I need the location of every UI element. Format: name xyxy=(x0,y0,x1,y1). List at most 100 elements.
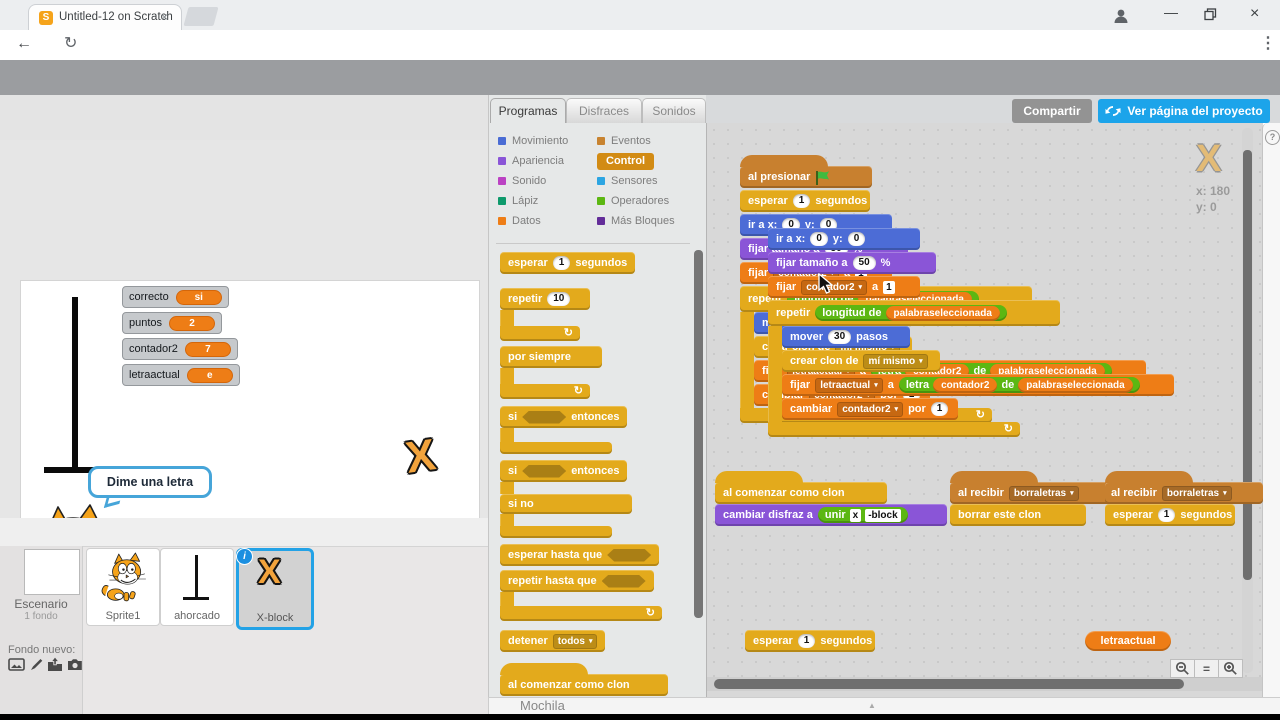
message-dropdown[interactable]: borraletras ▾ xyxy=(1161,485,1232,501)
ahorcado-thumbnail xyxy=(195,555,198,599)
tab-close-icon[interactable]: × xyxy=(161,10,168,24)
block-set-size[interactable]: fijar tamaño a50% xyxy=(768,252,936,274)
block-change-variable[interactable]: cambiar contador2▾ por1 xyxy=(782,398,958,420)
paint-backdrop-icon[interactable] xyxy=(29,657,44,672)
block-when-receive[interactable]: al recibir borraletras ▾ xyxy=(1105,471,1263,504)
backpack-bar[interactable] xyxy=(488,697,1280,715)
browser-profile-icon[interactable] xyxy=(1112,7,1130,25)
category-sonido[interactable]: Sonido xyxy=(498,175,546,187)
window-close-button[interactable]: × xyxy=(1250,5,1259,23)
palette-block-wait-until[interactable]: esperar hasta que xyxy=(500,544,660,566)
palette-block-stop[interactable]: detener todos ▾ xyxy=(500,630,606,652)
x-block-thumbnail: X xyxy=(258,553,281,591)
view-project-page-button[interactable]: Ver página del proyecto xyxy=(1098,99,1270,123)
stop-dropdown[interactable]: todos ▾ xyxy=(552,633,598,649)
upload-backdrop-icon[interactable] xyxy=(47,656,64,672)
sprite-name: X-block xyxy=(256,612,294,624)
zoom-out-button[interactable] xyxy=(1170,659,1195,678)
browser-menu-icon[interactable]: ⋮ xyxy=(1260,36,1276,52)
category-apariencia[interactable]: Apariencia xyxy=(498,155,564,167)
length-of-operator[interactable]: longitud de palabraseleccionada xyxy=(815,305,1007,321)
block-create-clone[interactable]: crear clon de mí mismo▾ xyxy=(782,350,940,372)
tab-programas[interactable]: Programas xyxy=(490,98,566,123)
variable-reporter[interactable]: palabraseleccionada xyxy=(885,305,1000,321)
block-switch-costume[interactable]: cambiar disfraz a unir x -block xyxy=(715,504,947,526)
category-datos[interactable]: Datos xyxy=(498,215,541,227)
palette-scrollbar[interactable] xyxy=(694,250,703,618)
condition-slot[interactable] xyxy=(522,465,566,478)
letter-of-operator[interactable]: letracontador2depalabraseleccionada xyxy=(898,377,1140,393)
category-swatch xyxy=(498,177,506,185)
block-set-variable[interactable]: fijar contador2▾ a1 xyxy=(768,276,920,298)
back-icon[interactable]: ← xyxy=(16,36,32,52)
backdrop-library-icon[interactable] xyxy=(8,658,25,672)
zoom-reset-button[interactable]: = xyxy=(1194,659,1219,678)
stage-name[interactable]: Escenario xyxy=(0,597,82,611)
category-eventos[interactable]: Eventos xyxy=(597,135,651,147)
variable-dropdown[interactable]: letraactual▾ xyxy=(815,377,883,393)
sprite-card-sprite1[interactable]: Sprite1 xyxy=(86,548,160,626)
gallows-sprite xyxy=(72,297,78,473)
variable-reporter[interactable]: palabraseleccionada xyxy=(1018,377,1133,393)
sprite-x-coord: x: 180 xyxy=(1196,184,1231,198)
block-when-flag[interactable]: al presionar xyxy=(740,155,872,188)
tab-sonidos[interactable]: Sonidos xyxy=(642,98,706,123)
sprite-card-ahorcado[interactable]: ahorcado xyxy=(160,548,234,626)
category-operadores[interactable]: Operadores xyxy=(597,195,669,207)
category-movimiento[interactable]: Movimiento xyxy=(498,135,568,147)
palette-block-when-clone[interactable]: al comenzar como clon xyxy=(500,663,668,696)
category-mas-bloques[interactable]: Más Bloques xyxy=(597,215,675,227)
sprite-pane-header: Objetos Nuevo objeto: xyxy=(0,518,488,547)
category-swatch xyxy=(498,197,506,205)
c-spine xyxy=(500,482,514,494)
block-repeat-length[interactable]: repetir longitud de palabraseleccionada xyxy=(768,300,1060,326)
block-goto-xy[interactable]: ir a x: 0 y: 0 xyxy=(768,228,920,250)
category-lapiz[interactable]: Lápiz xyxy=(498,195,538,207)
refresh-icon[interactable]: ↻ xyxy=(64,36,77,52)
block-wait[interactable]: esperar 1 segundos xyxy=(1105,504,1235,526)
block-delete-clone[interactable]: borrar este clon xyxy=(950,504,1086,526)
block-wait-lone[interactable]: esperar 1 segundos xyxy=(745,630,875,652)
block-when-clone[interactable]: al comenzar como clon xyxy=(715,471,887,504)
new-tab-button[interactable] xyxy=(183,7,219,26)
scripts-hscrollbar[interactable] xyxy=(714,679,1184,689)
variable-dropdown[interactable]: contador2▾ xyxy=(837,401,904,417)
sprite-info-icon[interactable]: i xyxy=(236,548,253,565)
join-operator[interactable]: unir x -block xyxy=(817,507,908,523)
window-restore-button[interactable] xyxy=(1204,8,1217,21)
condition-slot[interactable] xyxy=(607,549,651,562)
c-arm: ↻ xyxy=(500,606,662,621)
camera-backdrop-icon[interactable] xyxy=(67,658,83,671)
block-wait[interactable]: esperar 1 segundos xyxy=(740,190,870,212)
sprite-card-x-block[interactable]: X X-block i xyxy=(236,548,314,630)
window-minimize-button[interactable]: — xyxy=(1164,4,1178,20)
block-set-letter[interactable]: fijar letraactual▾ a letracontador2depal… xyxy=(782,374,1174,396)
chevron-down-icon: ▾ xyxy=(894,406,899,413)
variable-monitor[interactable]: puntos 2 xyxy=(122,312,223,334)
stage-thumbnail[interactable] xyxy=(24,549,80,595)
variable-monitor[interactable]: letraactual e xyxy=(122,364,240,386)
category-sensores[interactable]: Sensores xyxy=(597,175,657,187)
share-button[interactable]: Compartir xyxy=(1012,99,1092,123)
category-swatch xyxy=(498,217,506,225)
clone-target-dropdown[interactable]: mí mismo▾ xyxy=(863,353,928,369)
variable-reporter[interactable]: contador2 xyxy=(933,377,998,393)
category-swatch xyxy=(597,137,605,145)
message-dropdown[interactable]: borraletras ▾ xyxy=(1008,485,1079,501)
scripts-vscrollbar[interactable] xyxy=(1243,150,1252,580)
variable-monitor[interactable]: contador2 7 xyxy=(122,338,238,360)
browser-tab[interactable]: S Untitled-12 on Scratch × xyxy=(28,4,182,31)
block-variable-reporter[interactable]: letraactual xyxy=(1085,631,1171,651)
category-control-selected[interactable]: Control xyxy=(597,153,655,170)
condition-slot[interactable] xyxy=(522,411,566,424)
block-move-steps[interactable]: mover30pasos xyxy=(782,326,910,348)
palette-block-wait[interactable]: esperar 1 segundos xyxy=(500,252,636,274)
help-question-icon[interactable]: ? xyxy=(1265,130,1280,145)
backpack-expand-icon[interactable]: ▲ xyxy=(868,701,876,710)
variable-monitor[interactable]: correcto si xyxy=(122,286,229,308)
tab-disfraces[interactable]: Disfraces xyxy=(566,98,642,123)
chevron-down-icon: ▾ xyxy=(919,358,923,365)
c-spine xyxy=(500,368,514,384)
condition-slot[interactable] xyxy=(602,575,646,588)
zoom-in-button[interactable] xyxy=(1218,659,1243,678)
